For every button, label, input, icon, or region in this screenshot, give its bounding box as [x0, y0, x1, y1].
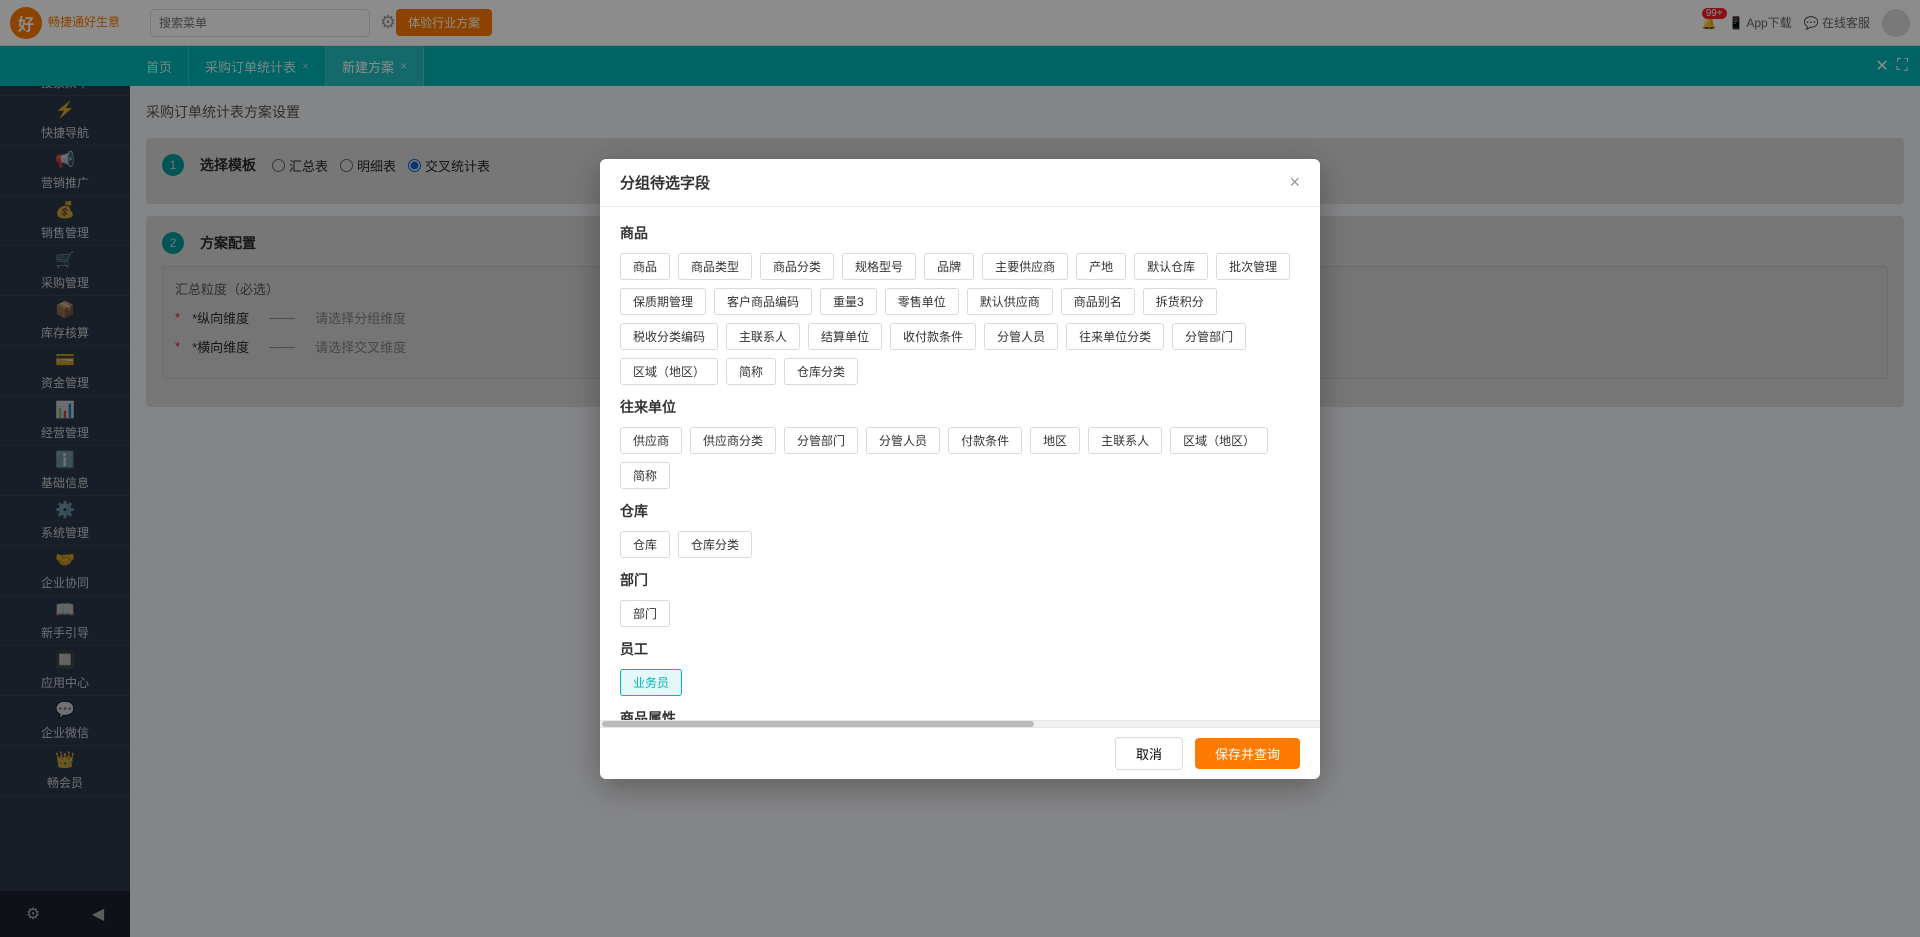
field-付款条件[interactable]: 付款条件 [948, 427, 1022, 454]
field-分管人员-w[interactable]: 分管人员 [866, 427, 940, 454]
section-title-warehouse: 仓库 [620, 501, 1300, 521]
section-title-product-attr: 商品属性 [620, 708, 1300, 720]
field-分管部门-w[interactable]: 分管部门 [784, 427, 858, 454]
section-title-dept: 部门 [620, 570, 1300, 590]
section-title-product: 商品 [620, 223, 1300, 243]
field-拆货积分[interactable]: 拆货积分 [1143, 288, 1217, 315]
field-区域地区-p[interactable]: 区域（地区） [620, 358, 718, 385]
field-商品[interactable]: 商品 [620, 253, 670, 280]
field-保质期管理[interactable]: 保质期管理 [620, 288, 706, 315]
modal-overlay: 分组待选字段 × 商品 商品 商品类型 商品分类 规格型号 品牌 主要供应商 产… [0, 0, 1920, 937]
field-供应商分类[interactable]: 供应商分类 [690, 427, 776, 454]
section-title-partner: 往来单位 [620, 397, 1300, 417]
field-商品别名[interactable]: 商品别名 [1061, 288, 1135, 315]
field-简称-p[interactable]: 简称 [726, 358, 776, 385]
field-select-dialog: 分组待选字段 × 商品 商品 商品类型 商品分类 规格型号 品牌 主要供应商 产… [600, 159, 1320, 779]
field-收付款条件[interactable]: 收付款条件 [890, 323, 976, 350]
field-商品类型[interactable]: 商品类型 [678, 253, 752, 280]
field-默认供应商[interactable]: 默认供应商 [967, 288, 1053, 315]
dialog-body: 商品 商品 商品类型 商品分类 规格型号 品牌 主要供应商 产地 默认仓库 批次… [600, 207, 1320, 720]
field-业务员[interactable]: 业务员 [620, 669, 682, 696]
field-供应商[interactable]: 供应商 [620, 427, 682, 454]
field-部门[interactable]: 部门 [620, 600, 670, 627]
field-主要供应商[interactable]: 主要供应商 [982, 253, 1068, 280]
employee-fields: 业务员 [620, 669, 1300, 696]
dialog-close-btn[interactable]: × [1289, 172, 1300, 193]
field-仓库分类-p[interactable]: 仓库分类 [784, 358, 858, 385]
field-批次管理[interactable]: 批次管理 [1216, 253, 1290, 280]
field-结算单位[interactable]: 结算单位 [808, 323, 882, 350]
field-主联系人[interactable]: 主联系人 [726, 323, 800, 350]
field-品牌[interactable]: 品牌 [924, 253, 974, 280]
field-商品分类[interactable]: 商品分类 [760, 253, 834, 280]
warehouse-fields: 仓库 仓库分类 [620, 531, 1300, 558]
dialog-footer: 取消 保存并查询 [600, 727, 1320, 779]
cancel-button[interactable]: 取消 [1115, 737, 1183, 770]
product-fields: 商品 商品类型 商品分类 规格型号 品牌 主要供应商 产地 默认仓库 批次管理 … [620, 253, 1300, 385]
field-客户商品编码[interactable]: 客户商品编码 [714, 288, 812, 315]
dept-fields: 部门 [620, 600, 1300, 627]
field-零售单位[interactable]: 零售单位 [885, 288, 959, 315]
field-简称-w[interactable]: 简称 [620, 462, 670, 489]
field-税收分类编码[interactable]: 税收分类编码 [620, 323, 718, 350]
field-分管部门-p[interactable]: 分管部门 [1172, 323, 1246, 350]
confirm-button[interactable]: 保存并查询 [1195, 738, 1300, 769]
field-规格型号[interactable]: 规格型号 [842, 253, 916, 280]
field-往来单位分类[interactable]: 往来单位分类 [1066, 323, 1164, 350]
partner-fields: 供应商 供应商分类 分管部门 分管人员 付款条件 地区 主联系人 区域（地区） … [620, 427, 1300, 489]
field-分管人员[interactable]: 分管人员 [984, 323, 1058, 350]
field-主联系人-w[interactable]: 主联系人 [1088, 427, 1162, 454]
field-默认仓库[interactable]: 默认仓库 [1134, 253, 1208, 280]
dialog-hscrollbar[interactable] [600, 720, 1320, 727]
field-重量3[interactable]: 重量3 [820, 288, 877, 315]
field-仓库分类[interactable]: 仓库分类 [678, 531, 752, 558]
field-产地[interactable]: 产地 [1076, 253, 1126, 280]
field-区域地区-w[interactable]: 区域（地区） [1170, 427, 1268, 454]
dialog-header: 分组待选字段 × [600, 159, 1320, 207]
field-地区[interactable]: 地区 [1030, 427, 1080, 454]
section-title-employee: 员工 [620, 639, 1300, 659]
field-仓库[interactable]: 仓库 [620, 531, 670, 558]
dialog-title: 分组待选字段 [620, 172, 710, 193]
